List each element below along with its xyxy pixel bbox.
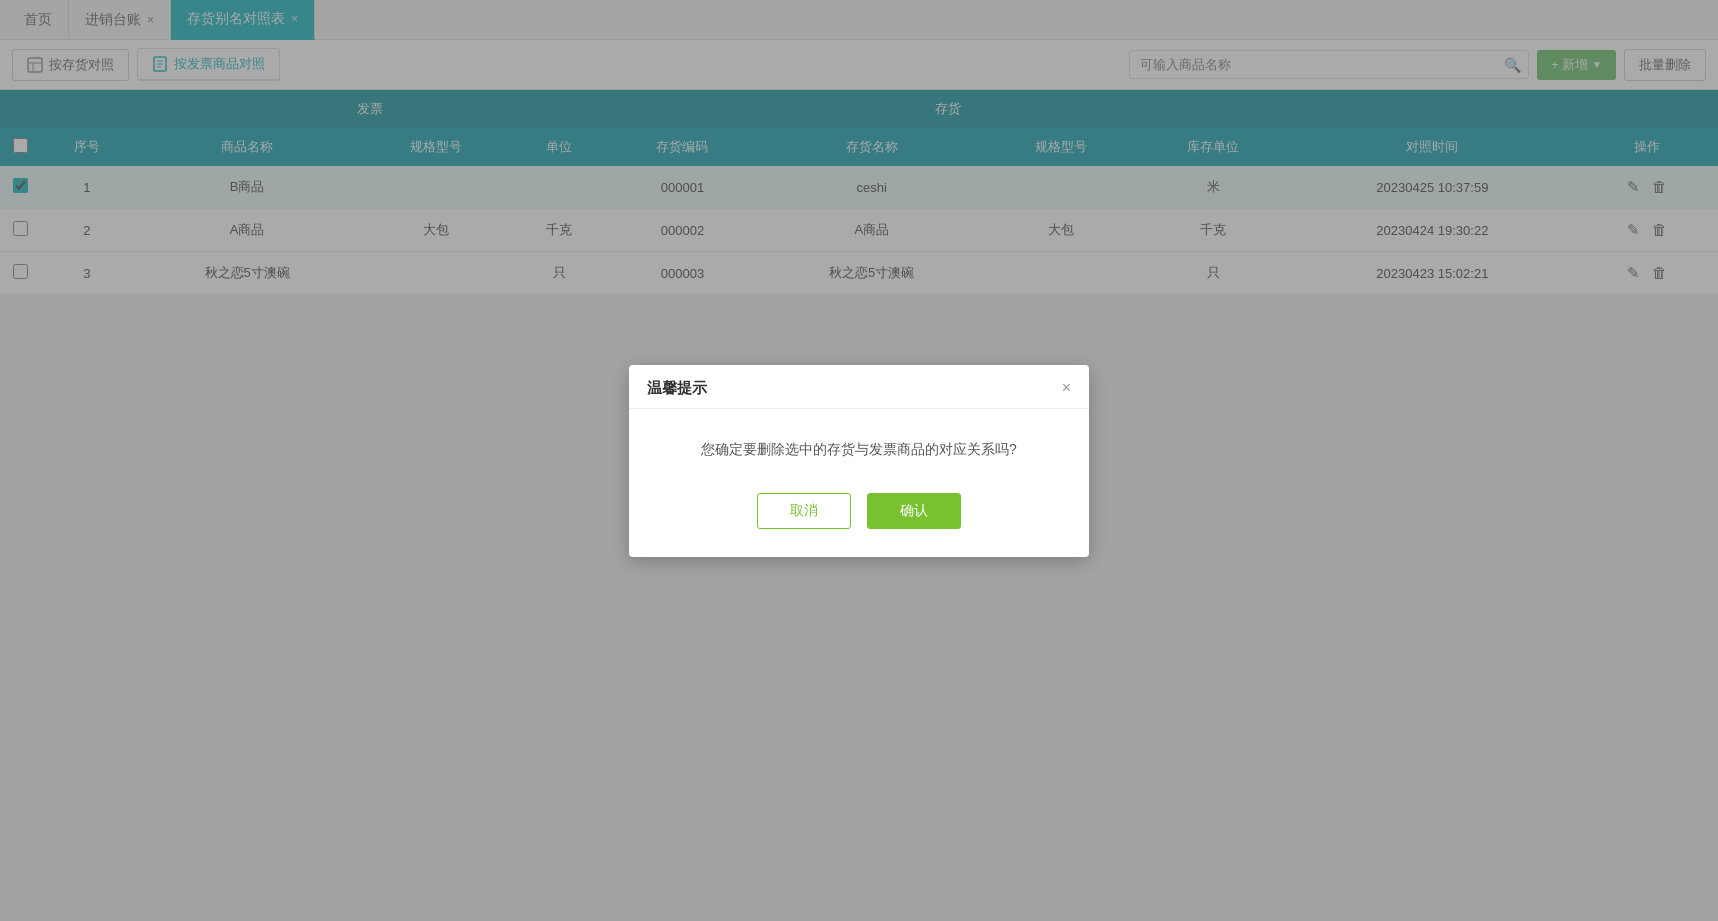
dialog-footer: 取消 确认: [629, 483, 1089, 557]
dialog-title: 温馨提示: [647, 379, 707, 398]
dialog-body: 您确定要删除选中的存货与发票商品的对应关系吗?: [629, 409, 1089, 483]
confirm-dialog: 温馨提示 × 您确定要删除选中的存货与发票商品的对应关系吗? 取消 确认: [629, 365, 1089, 557]
dialog-message: 您确定要删除选中的存货与发票商品的对应关系吗?: [701, 441, 1017, 457]
cancel-button[interactable]: 取消: [757, 493, 851, 529]
modal-overlay[interactable]: 温馨提示 × 您确定要删除选中的存货与发票商品的对应关系吗? 取消 确认: [0, 0, 1718, 921]
dialog-close-button[interactable]: ×: [1062, 380, 1071, 396]
confirm-button[interactable]: 确认: [867, 493, 961, 529]
dialog-header: 温馨提示 ×: [629, 365, 1089, 409]
